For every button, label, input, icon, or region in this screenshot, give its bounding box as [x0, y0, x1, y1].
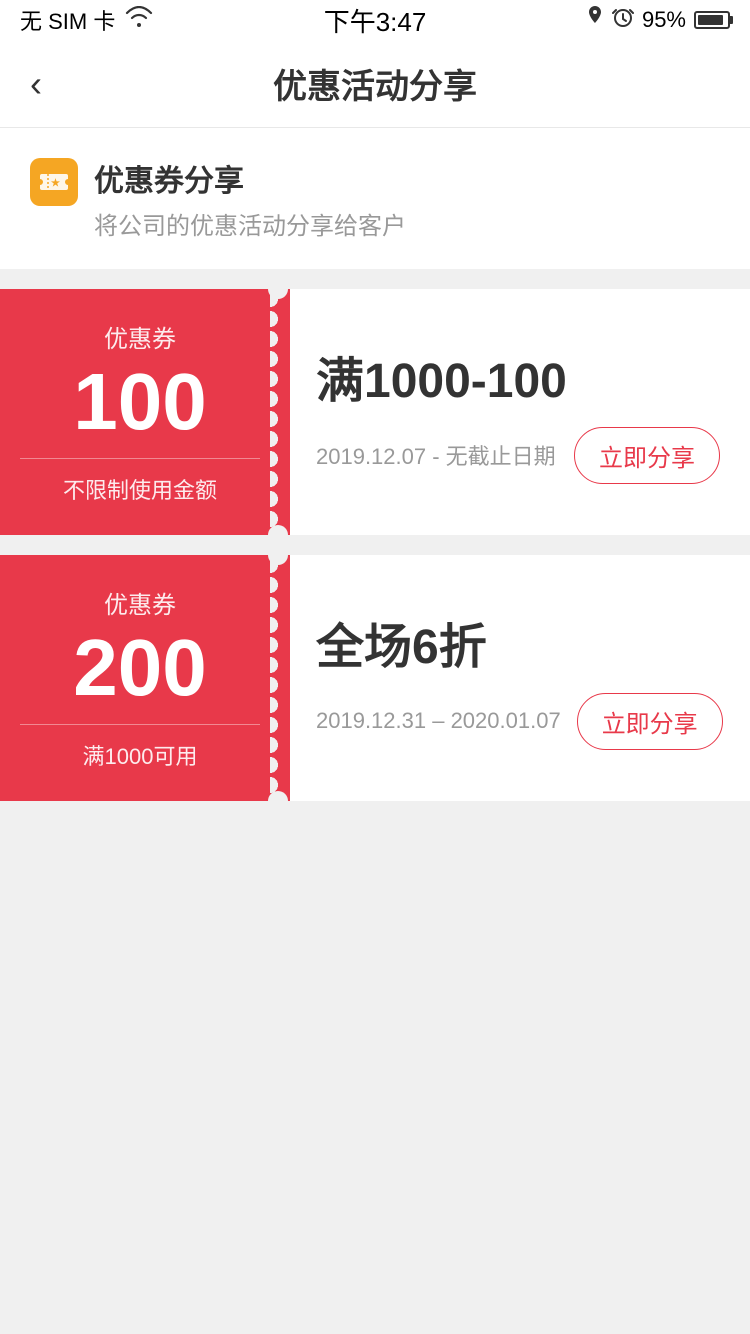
coupon-label-1: 优惠券 — [104, 319, 176, 354]
back-button[interactable]: ‹ — [30, 63, 42, 105]
nav-title: 优惠活动分享 — [273, 59, 477, 108]
coupon-meta-2: 2019.12.31 – 2020.01.07 立即分享 — [316, 693, 720, 750]
nav-bar: ‹ 优惠活动分享 — [0, 40, 750, 128]
coupon-date-2: 2019.12.31 – 2020.01.07 — [316, 708, 561, 734]
coupon-icon: ★ — [30, 158, 78, 206]
section-subtitle: 将公司的优惠活动分享给客户 — [94, 206, 406, 241]
section-title: 优惠券分享 — [94, 156, 406, 200]
coupon-notch-top-2 — [268, 545, 288, 565]
alarm-icon — [612, 6, 634, 34]
coupon-notch-bottom — [268, 525, 288, 545]
coupon-card-2: 优惠券 200 满1000可用 全场6折 2019.12.31 – 2020.0… — [0, 555, 750, 801]
coupon-left-2: 优惠券 200 满1000可用 — [0, 555, 280, 801]
coupon-title-2: 全场6折 — [316, 607, 720, 677]
coupon-list: 优惠券 100 不限制使用金额 满1000-100 2019.12.07 - 无… — [0, 269, 750, 821]
share-button-2[interactable]: 立即分享 — [577, 693, 723, 750]
status-bar: 无 SIM 卡 下午3:47 95% — [0, 0, 750, 40]
coupon-notch-bottom-2 — [268, 791, 288, 811]
battery-percent: 95% — [642, 7, 686, 33]
coupon-left-1: 优惠券 100 不限制使用金额 — [0, 289, 280, 535]
status-right: 95% — [586, 6, 730, 34]
status-time: 下午3:47 — [324, 2, 427, 39]
coupon-condition-1: 不限制使用金额 — [63, 473, 217, 505]
coupon-label-2: 优惠券 — [104, 585, 176, 620]
coupon-title-1: 满1000-100 — [316, 341, 720, 411]
wifi-icon — [125, 6, 153, 34]
location-icon — [586, 6, 604, 34]
battery-icon — [694, 11, 730, 29]
coupon-divider-2 — [20, 724, 260, 725]
coupon-right-2: 全场6折 2019.12.31 – 2020.01.07 立即分享 — [280, 555, 750, 801]
coupon-notch-top — [268, 279, 288, 299]
section-header: ★ 优惠券分享 将公司的优惠活动分享给客户 — [0, 128, 750, 269]
svg-text:★: ★ — [51, 178, 60, 189]
coupon-meta-1: 2019.12.07 - 无截止日期 立即分享 — [316, 427, 720, 484]
coupon-right-1: 满1000-100 2019.12.07 - 无截止日期 立即分享 — [280, 289, 750, 535]
status-left: 无 SIM 卡 — [20, 4, 153, 36]
section-text: 优惠券分享 将公司的优惠活动分享给客户 — [94, 156, 406, 241]
share-button-1[interactable]: 立即分享 — [574, 427, 720, 484]
coupon-date-1: 2019.12.07 - 无截止日期 — [316, 439, 556, 471]
carrier-text: 无 SIM 卡 — [20, 4, 115, 36]
coupon-amount-2: 200 — [73, 628, 206, 708]
coupon-card: 优惠券 100 不限制使用金额 满1000-100 2019.12.07 - 无… — [0, 289, 750, 535]
coupon-amount-1: 100 — [73, 362, 206, 442]
coupon-condition-2: 满1000可用 — [83, 739, 198, 771]
coupon-divider-1 — [20, 458, 260, 459]
